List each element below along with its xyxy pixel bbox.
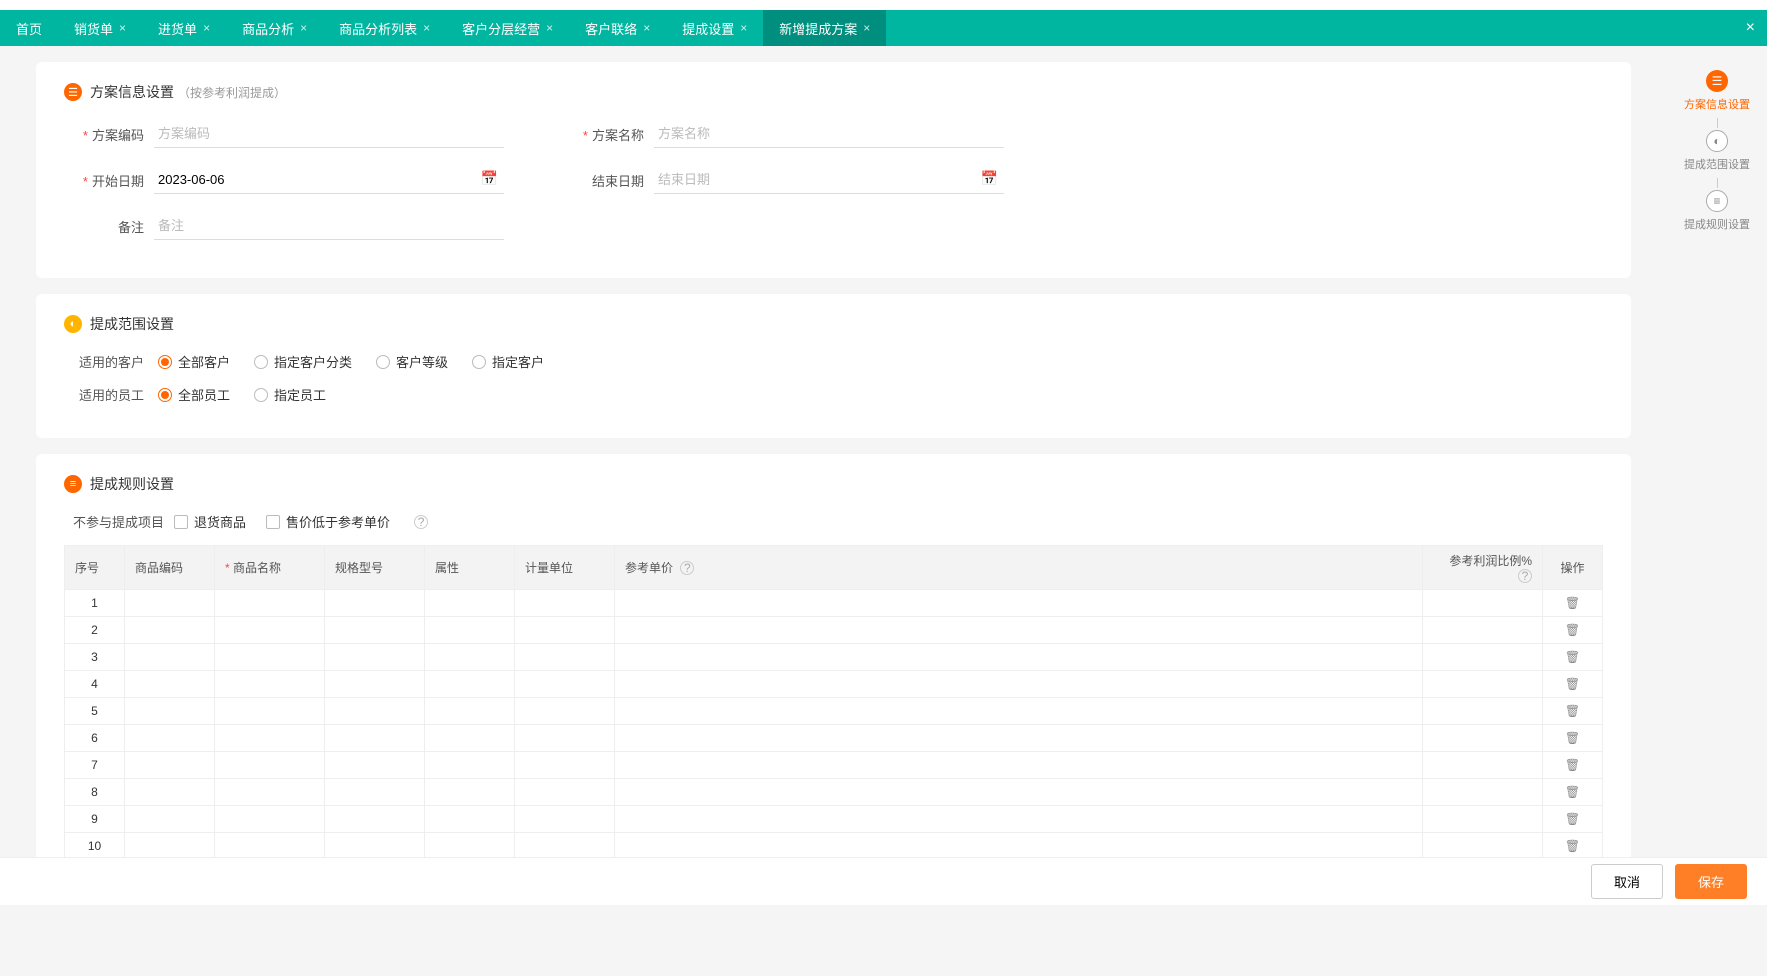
section-icon: ☰: [64, 83, 82, 101]
tab-commission-settings[interactable]: 提成设置×: [666, 10, 763, 46]
section-icon: ◐: [64, 315, 82, 333]
table-row[interactable]: 3🗑: [65, 644, 1603, 671]
table-row[interactable]: 1🗑: [65, 590, 1603, 617]
close-icon[interactable]: ×: [300, 21, 307, 35]
nav-step-rules[interactable]: ≡ 提成规则设置: [1671, 190, 1763, 232]
label-applicable-customer: 适用的客户: [64, 352, 144, 371]
table-row[interactable]: 5🗑: [65, 698, 1603, 725]
radio-all-customers[interactable]: 全部客户: [158, 352, 230, 371]
col-spec: 规格型号: [325, 546, 425, 590]
col-action: 操作: [1543, 546, 1603, 590]
close-icon[interactable]: ×: [119, 21, 126, 35]
label-end-date: 结束日期: [564, 171, 644, 190]
section-scope: ◐ 提成范围设置 适用的客户 全部客户 指定客户分类 客户等级 指定客户 适用的…: [36, 294, 1631, 438]
delete-icon[interactable]: 🗑: [1565, 704, 1580, 718]
tabs-close-all-icon[interactable]: ×: [1746, 10, 1755, 46]
table-row[interactable]: 2🗑: [65, 617, 1603, 644]
tab-bar: 首页 销货单× 进货单× 商品分析× 商品分析列表× 客户分层经营× 客户联络×…: [0, 10, 1767, 46]
tab-product-analysis[interactable]: 商品分析×: [226, 10, 323, 46]
delete-icon[interactable]: 🗑: [1565, 731, 1580, 745]
close-icon[interactable]: ×: [203, 21, 210, 35]
close-icon[interactable]: ×: [740, 21, 747, 35]
checkbox-returns[interactable]: 退货商品: [174, 512, 246, 531]
col-seq: 序号: [65, 546, 125, 590]
section-icon: ≡: [64, 475, 82, 493]
close-icon[interactable]: ×: [643, 21, 650, 35]
tab-new-commission-plan[interactable]: 新增提成方案×: [763, 10, 886, 46]
rules-table: 序号 商品编码 * 商品名称 规格型号 属性 计量单位 参考单价 ? 参考利润比…: [64, 545, 1603, 860]
nav-step-scope[interactable]: ◐ 提成范围设置: [1671, 130, 1763, 172]
col-ref-price: 参考单价 ?: [615, 546, 1423, 590]
tab-customer-contact[interactable]: 客户联络×: [569, 10, 666, 46]
step-icon: ◐: [1706, 130, 1728, 152]
nav-step-plan-info[interactable]: ☰ 方案信息设置: [1671, 70, 1763, 112]
close-icon[interactable]: ×: [863, 21, 870, 35]
radio-customer-category[interactable]: 指定客户分类: [254, 352, 352, 371]
section-rules: ≡ 提成规则设置 不参与提成项目 退货商品 售价低于参考单价 ? 序号 商品编码…: [36, 454, 1631, 880]
label-exclude-items: 不参与提成项目: [64, 512, 164, 531]
tab-purchase-order[interactable]: 进货单×: [142, 10, 226, 46]
remark-input[interactable]: [154, 212, 504, 240]
col-attr: 属性: [425, 546, 515, 590]
delete-icon[interactable]: 🗑: [1565, 650, 1580, 664]
radio-specific-customer[interactable]: 指定客户: [472, 352, 544, 371]
delete-icon[interactable]: 🗑: [1565, 839, 1580, 853]
delete-icon[interactable]: 🗑: [1565, 785, 1580, 799]
tab-product-analysis-list[interactable]: 商品分析列表×: [323, 10, 446, 46]
close-icon[interactable]: ×: [423, 21, 430, 35]
help-icon[interactable]: ?: [1518, 569, 1532, 583]
delete-icon[interactable]: 🗑: [1565, 623, 1580, 637]
col-profit-ratio: 参考利润比例% ?: [1423, 546, 1543, 590]
col-code: 商品编码: [125, 546, 215, 590]
end-date-input[interactable]: [654, 166, 1004, 194]
table-row[interactable]: 4🗑: [65, 671, 1603, 698]
section-title-scope: ◐ 提成范围设置: [64, 314, 1603, 334]
col-name: * 商品名称: [215, 546, 325, 590]
radio-specific-staff[interactable]: 指定员工: [254, 385, 326, 404]
label-remark: 备注: [64, 217, 144, 236]
label-start-date: 开始日期: [64, 171, 144, 190]
label-applicable-staff: 适用的员工: [64, 385, 144, 404]
label-plan-code: 方案编码: [64, 125, 144, 144]
footer-bar: 取消 保存: [0, 857, 1767, 905]
close-icon[interactable]: ×: [546, 21, 553, 35]
tab-sales-order[interactable]: 销货单×: [58, 10, 142, 46]
radio-customer-level[interactable]: 客户等级: [376, 352, 448, 371]
plan-code-input[interactable]: [154, 120, 504, 148]
help-icon[interactable]: ?: [414, 515, 428, 529]
anchor-nav: ☰ 方案信息设置 ◐ 提成范围设置 ≡ 提成规则设置: [1667, 46, 1767, 976]
cancel-button[interactable]: 取消: [1591, 864, 1663, 899]
step-icon: ☰: [1706, 70, 1728, 92]
delete-icon[interactable]: 🗑: [1565, 758, 1580, 772]
delete-icon[interactable]: 🗑: [1565, 812, 1580, 826]
checkbox-below-ref-price[interactable]: 售价低于参考单价: [266, 512, 390, 531]
table-row[interactable]: 6🗑: [65, 725, 1603, 752]
table-row[interactable]: 10🗑: [65, 833, 1603, 860]
section-plan-info: ☰ 方案信息设置 （按参考利润提成） 方案编码 方案名称 开始日期: [36, 62, 1631, 278]
save-button[interactable]: 保存: [1675, 864, 1747, 899]
col-unit: 计量单位: [515, 546, 615, 590]
table-row[interactable]: 9🗑: [65, 806, 1603, 833]
tab-customer-tier[interactable]: 客户分层经营×: [446, 10, 569, 46]
delete-icon[interactable]: 🗑: [1565, 596, 1580, 610]
plan-name-input[interactable]: [654, 120, 1004, 148]
start-date-input[interactable]: [154, 166, 504, 194]
step-icon: ≡: [1706, 190, 1728, 212]
help-icon[interactable]: ?: [680, 561, 694, 575]
label-plan-name: 方案名称: [564, 125, 644, 144]
radio-all-staff[interactable]: 全部员工: [158, 385, 230, 404]
table-row[interactable]: 7🗑: [65, 752, 1603, 779]
section-title-rules: ≡ 提成规则设置: [64, 474, 1603, 494]
tab-home[interactable]: 首页: [0, 10, 58, 46]
table-row[interactable]: 8🗑: [65, 779, 1603, 806]
section-title-plan-info: ☰ 方案信息设置 （按参考利润提成）: [64, 82, 1603, 102]
delete-icon[interactable]: 🗑: [1565, 677, 1580, 691]
